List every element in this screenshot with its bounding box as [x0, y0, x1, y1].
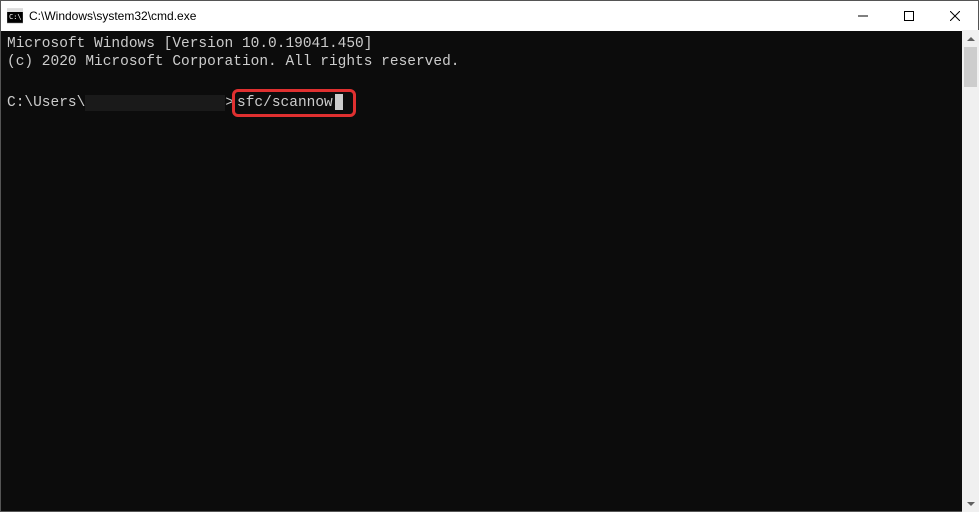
vertical-scrollbar[interactable]	[962, 30, 979, 512]
redacted-username	[85, 95, 225, 111]
command-text: sfc/scannow	[237, 95, 333, 111]
terminal-area[interactable]: Microsoft Windows [Version 10.0.19041.45…	[1, 31, 978, 511]
prompt-path-prefix: C:\Users\	[7, 94, 85, 112]
minimize-button[interactable]	[840, 1, 886, 31]
titlebar[interactable]: C:\ C:\Windows\system32\cmd.exe	[1, 1, 978, 31]
text-cursor	[335, 94, 343, 110]
cmd-icon: C:\	[7, 8, 23, 24]
window-controls	[840, 1, 978, 31]
scroll-down-arrow[interactable]	[962, 495, 979, 512]
terminal-header-line: Microsoft Windows [Version 10.0.19041.45…	[7, 35, 972, 53]
prompt-line: C:\Users\>sfc/scannow	[7, 89, 972, 117]
scrollbar-track[interactable]	[962, 47, 979, 495]
close-button[interactable]	[932, 1, 978, 31]
maximize-button[interactable]	[886, 1, 932, 31]
scrollbar-thumb[interactable]	[964, 47, 977, 87]
cmd-window: C:\ C:\Windows\system32\cmd.exe Microsof…	[0, 0, 979, 512]
terminal-blank-line	[7, 71, 972, 89]
scroll-up-arrow[interactable]	[962, 30, 979, 47]
terminal-copyright-line: (c) 2020 Microsoft Corporation. All righ…	[7, 53, 972, 71]
svg-text:C:\: C:\	[9, 13, 22, 21]
window-title: C:\Windows\system32\cmd.exe	[29, 9, 840, 23]
command-highlight-box: sfc/scannow	[232, 89, 356, 117]
